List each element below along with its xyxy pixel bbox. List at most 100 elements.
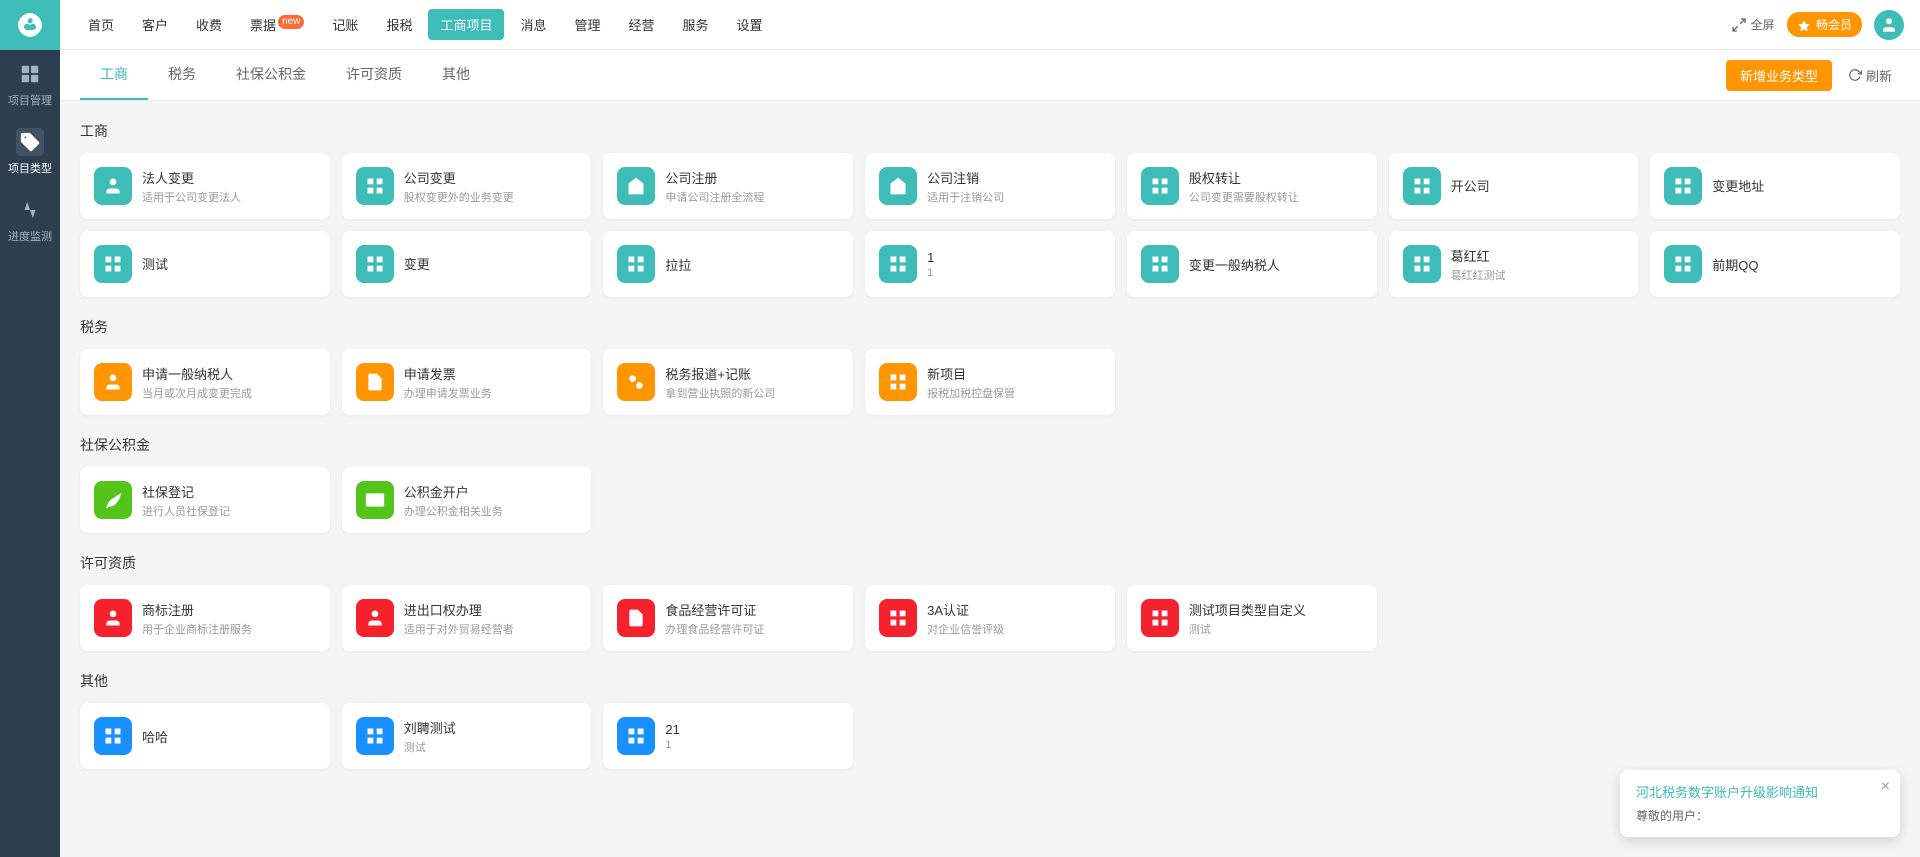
card-change[interactable]: 变更	[342, 231, 592, 297]
card-desc: 葛红红测试	[1451, 267, 1625, 283]
section-title-permit: 许可资质	[80, 553, 1900, 573]
card-test[interactable]: 测试	[80, 231, 330, 297]
card-text: 变更	[404, 254, 578, 275]
card-trademark[interactable]: 商标注册 用于企业商标注册服务	[80, 585, 330, 651]
tab-permit[interactable]: 许可资质	[326, 50, 422, 100]
section-title-industrial: 工商	[80, 121, 1900, 141]
address-icon	[1673, 176, 1693, 196]
nav-billing[interactable]: 收费	[184, 9, 234, 40]
card-change-address[interactable]: 变更地址	[1650, 153, 1900, 219]
tab-other[interactable]: 其他	[422, 50, 490, 100]
tab-industrial[interactable]: 工商	[80, 50, 148, 100]
card-haha[interactable]: 哈哈	[80, 703, 330, 769]
member-icon	[1797, 19, 1811, 33]
nav-bookkeeping[interactable]: 记账	[320, 9, 370, 40]
card-text: 申请发票 办理申请发票业务	[404, 364, 578, 401]
nav-home[interactable]: 首页	[76, 9, 126, 40]
nav-service[interactable]: 服务	[671, 9, 721, 40]
grid-icon	[888, 372, 908, 392]
avatar[interactable]	[1874, 10, 1904, 40]
card-desc: 报税加税控盘保管	[927, 385, 1101, 401]
tab-bar-right: 新增业务类型 刷新	[1726, 60, 1900, 91]
card-front-qq[interactable]: 前期QQ	[1650, 231, 1900, 297]
card-tax-bookkeep[interactable]: 税务报道+记账 拿到营业执照的新公司	[603, 349, 853, 415]
card-desc: 股权变更外的业务变更	[404, 189, 578, 205]
tab-tax[interactable]: 税务	[148, 50, 216, 100]
card-text: 测试项目类型自定义 测试	[1189, 600, 1363, 637]
card-fund-account[interactable]: 公积金开户 办理公积金相关业务	[342, 467, 592, 533]
card-company-change[interactable]: 公司变更 股权变更外的业务变更	[342, 153, 592, 219]
card-text: 拉拉	[665, 255, 839, 274]
sidebar-item-project-type[interactable]: 项目类型	[0, 118, 60, 186]
card-name: 前期QQ	[1712, 255, 1886, 274]
card-text: 葛红红 葛红红测试	[1451, 246, 1625, 283]
grid-icon	[626, 726, 646, 746]
card-gehonghong[interactable]: 葛红红 葛红红测试	[1389, 231, 1639, 297]
card-icon	[1403, 245, 1441, 283]
sidebar-item-project-manage[interactable]: 项目管理	[0, 50, 60, 118]
card-text: 21 1	[665, 722, 839, 751]
grid-icon	[16, 60, 44, 88]
coins-icon	[626, 372, 646, 392]
card-food-license[interactable]: 食品经营许可证 办理食品经营许可证	[603, 585, 853, 651]
card-icon	[356, 717, 394, 755]
card-test-type[interactable]: 测试项目类型自定义 测试	[1127, 585, 1377, 651]
card-liupeng-test[interactable]: 刘聘测试 测试	[342, 703, 592, 769]
app-logo[interactable]	[0, 0, 60, 50]
card-apply-invoice[interactable]: 申请发票 办理申请发票业务	[342, 349, 592, 415]
nav-operation[interactable]: 经营	[617, 9, 667, 40]
card-name: 3A认证	[927, 600, 1101, 619]
grid-icon	[1412, 254, 1432, 274]
grid-icon	[103, 254, 123, 274]
card-company-register[interactable]: 公司注册 申请公司注册全流程	[603, 153, 853, 219]
industrial-cards-row2: 测试 变更	[80, 231, 1900, 297]
card-one[interactable]: 1 1	[865, 231, 1115, 297]
card-text: 公积金开户 办理公积金相关业务	[404, 482, 578, 519]
member-button[interactable]: 畅会员	[1787, 12, 1862, 37]
tab-social-fund[interactable]: 社保公积金	[216, 50, 326, 100]
card-apply-taxpayer[interactable]: 申请一般纳税人 当月或次月成变更完成	[80, 349, 330, 415]
nav-tax[interactable]: 报税	[374, 9, 424, 40]
card-icon	[617, 717, 655, 755]
nav-ticket[interactable]: 票据new	[238, 9, 316, 40]
card-import-export[interactable]: 进出口权办理 适用于对外贸易经营者	[342, 585, 592, 651]
card-desc: 测试	[1189, 621, 1363, 637]
grid-icon	[365, 726, 385, 746]
card-lala[interactable]: 拉拉	[603, 231, 853, 297]
building2-icon	[888, 176, 908, 196]
card-text: 变更一般纳税人	[1189, 255, 1363, 274]
card-change-taxpayer[interactable]: 变更一般纳税人	[1127, 231, 1377, 297]
person-icon	[103, 176, 123, 196]
card-name: 葛红红	[1451, 246, 1625, 265]
card-icon	[94, 481, 132, 519]
card-name: 1	[927, 250, 1101, 265]
card-icon	[94, 599, 132, 637]
card-icon	[356, 245, 394, 283]
card-open-company[interactable]: 开公司	[1389, 153, 1639, 219]
notification-close-button[interactable]: ×	[1881, 778, 1890, 796]
nav-customer[interactable]: 客户	[130, 9, 180, 40]
card-equity-transfer[interactable]: 股权转让 公司变更需要股权转让	[1127, 153, 1377, 219]
nav-manage[interactable]: 管理	[562, 9, 612, 40]
card-desc: 进行人员社保登记	[142, 503, 316, 519]
sidebar-item-progress-monitor[interactable]: 进度监测	[0, 186, 60, 254]
new-business-button[interactable]: 新增业务类型	[1726, 60, 1832, 91]
fullscreen-btn[interactable]: 全屏	[1731, 16, 1775, 33]
card-social-register[interactable]: 社保登记 进行人员社保登记	[80, 467, 330, 533]
card-twenty-one[interactable]: 21 1	[603, 703, 853, 769]
nav-industrial[interactable]: 工商项目	[428, 9, 504, 40]
main-area: 首页 客户 收费 票据new 记账 报税 工商项目 消息 管理 经营 服务 设置…	[60, 0, 1920, 857]
card-company-cancel[interactable]: 公司注销 适用于注销公司	[865, 153, 1115, 219]
card-legal-change[interactable]: 法人变更 适用于公司变更法人	[80, 153, 330, 219]
notification-title: 河北税务数字账户升级影响通知	[1636, 782, 1884, 801]
nav-message[interactable]: 消息	[508, 9, 558, 40]
section-title-tax: 税务	[80, 317, 1900, 337]
card-new-project[interactable]: 新项目 报税加税控盘保管	[865, 349, 1115, 415]
doc-icon	[365, 372, 385, 392]
card-name: 法人变更	[142, 168, 316, 187]
nav-settings[interactable]: 设置	[725, 9, 775, 40]
refresh-button[interactable]: 刷新	[1840, 60, 1900, 91]
card-3a-cert[interactable]: 3A认证 对企业信誉评级	[865, 585, 1115, 651]
card-icon	[879, 599, 917, 637]
card-name: 变更	[404, 254, 578, 273]
